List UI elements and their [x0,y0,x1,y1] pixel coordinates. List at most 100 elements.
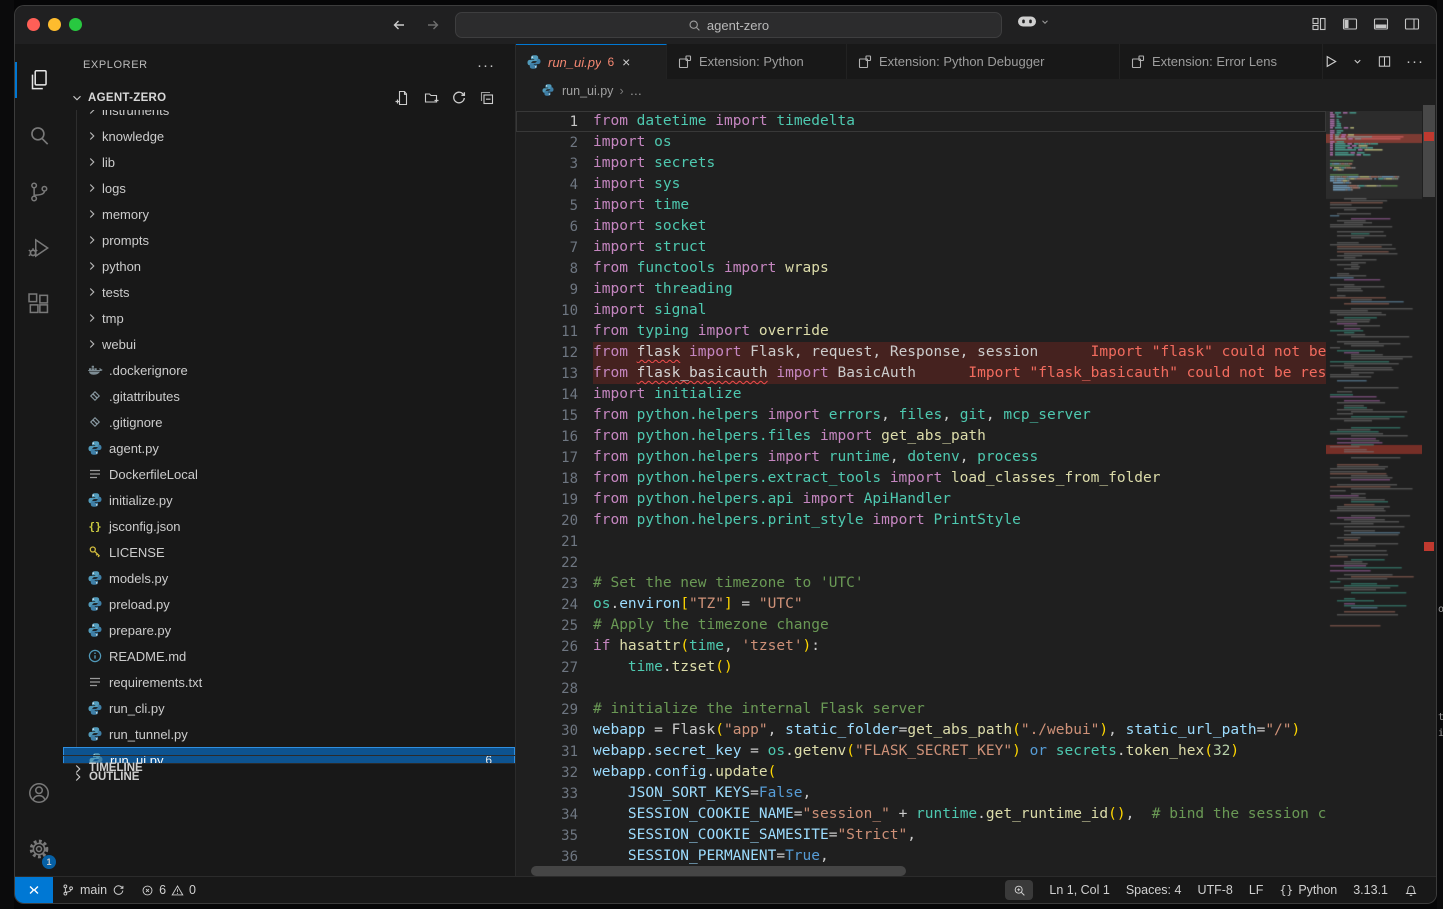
new-folder-button[interactable] [423,90,439,106]
line-number[interactable]: 7 [516,240,578,256]
code-line-9[interactable]: 9 import threading [516,279,1326,300]
line-number[interactable]: 14 [516,387,578,403]
refresh-explorer-button[interactable] [451,90,467,106]
language-mode-status[interactable]: {} Python [1271,883,1345,897]
minimap[interactable] [1326,111,1422,631]
line-number[interactable]: 15 [516,408,578,424]
editor-tab-extension-error-lens[interactable]: Extension: Error Lens [1120,44,1323,79]
code-line-20[interactable]: 20 from python.helpers.print_style import… [516,510,1326,531]
activity-item-extensions[interactable] [15,276,63,332]
tree-item-DockerfileLocal[interactable]: DockerfileLocal [63,461,515,487]
line-number[interactable]: 22 [516,555,578,571]
line-number[interactable]: 28 [516,681,578,697]
line-number[interactable]: 16 [516,429,578,445]
line-number[interactable]: 18 [516,471,578,487]
navigate-forward-button[interactable] [421,12,445,38]
code-line-34[interactable]: 34 SESSION_COOKIE_NAME="session_" + runt… [516,804,1326,825]
breadcrumb-more[interactable]: … [630,84,643,98]
copilot-menu[interactable] [1017,14,1050,29]
line-number[interactable]: 13 [516,366,578,382]
vertical-scrollbar-slider[interactable] [1423,105,1435,197]
line-number[interactable]: 9 [516,282,578,298]
tree-item-README.md[interactable]: README.md [63,643,515,669]
toggle-panel-button[interactable] [1373,16,1389,32]
line-number[interactable]: 31 [516,744,578,760]
tree-item-tests[interactable]: tests [63,279,515,305]
line-number[interactable]: 4 [516,177,578,193]
activity-item-run-debug[interactable] [15,220,63,276]
code-line-13[interactable]: 13 from flask_basicauth import BasicAuth … [516,363,1326,384]
tree-item-instruments[interactable]: instruments [63,110,515,123]
code-line-29[interactable]: 29 # initialize the internal Flask server [516,699,1326,720]
horizontal-scrollbar-slider[interactable] [531,866,906,876]
tree-item-prepare.py[interactable]: prepare.py [63,617,515,643]
line-number[interactable]: 11 [516,324,578,340]
tree-item-.dockerignore[interactable]: .dockerignore [63,357,515,383]
code-line-23[interactable]: 23 # Set the new timezone to 'UTC' [516,573,1326,594]
code-line-1[interactable]: 1 from datetime import timedelta [516,111,1326,132]
code-line-17[interactable]: 17 from python.helpers import runtime, do… [516,447,1326,468]
code-line-31[interactable]: 31 webapp.secret_key = os.getenv("FLASK_S… [516,741,1326,762]
line-number[interactable]: 1 [516,114,578,130]
breadcrumb[interactable]: run_ui.py › … [516,79,1436,103]
line-number[interactable]: 2 [516,135,578,151]
line-number[interactable]: 23 [516,576,578,592]
explorer-more-actions-button[interactable]: ··· [477,57,495,74]
line-number[interactable]: 32 [516,765,578,781]
line-number[interactable]: 8 [516,261,578,277]
close-tab-icon[interactable]: × [622,54,630,70]
line-number[interactable]: 30 [516,723,578,739]
tree-item-knowledge[interactable]: knowledge [63,123,515,149]
code-editor[interactable]: 1 from datetime import timedelta 2 import o… [516,111,1326,867]
activity-item-explorer[interactable] [15,52,63,108]
line-number[interactable]: 10 [516,303,578,319]
run-python-file-button[interactable] [1323,54,1338,69]
activity-item-settings[interactable]: 1 [15,821,63,877]
code-line-2[interactable]: 2 import os [516,132,1326,153]
line-number[interactable]: 26 [516,639,578,655]
indentation-status[interactable]: Spaces: 4 [1118,883,1190,897]
split-editor-button[interactable] [1377,54,1392,69]
tree-item-webui[interactable]: webui [63,331,515,357]
tree-item-run_tunnel.py[interactable]: run_tunnel.py [63,721,515,747]
toggle-primary-sidebar-button[interactable] [1342,16,1358,32]
code-line-4[interactable]: 4 import sys [516,174,1326,195]
vertical-scrollbar[interactable] [1422,103,1436,877]
timeline-section-header[interactable]: TIMELINE [63,755,515,816]
code-line-28[interactable]: 28 [516,678,1326,699]
activity-item-source-control[interactable] [15,164,63,220]
code-line-24[interactable]: 24 os.environ["TZ"] = "UTC" [516,594,1326,615]
code-line-16[interactable]: 16 from python.helpers.files import get_a… [516,426,1326,447]
zoom-status-button[interactable] [1005,880,1034,900]
code-line-32[interactable]: 32 webapp.config.update( [516,762,1326,783]
code-line-10[interactable]: 10 import signal [516,300,1326,321]
line-number[interactable]: 12 [516,345,578,361]
tree-item-run_cli.py[interactable]: run_cli.py [63,695,515,721]
line-number[interactable]: 33 [516,786,578,802]
code-line-22[interactable]: 22 [516,552,1326,573]
editor-tab-run-ui-py[interactable]: run_ui.py 6 × [516,44,667,79]
line-number[interactable]: 5 [516,198,578,214]
code-line-27[interactable]: 27 time.tzset() [516,657,1326,678]
line-number[interactable]: 17 [516,450,578,466]
code-line-11[interactable]: 11 from typing import override [516,321,1326,342]
navigate-back-button[interactable] [387,12,411,38]
line-number[interactable]: 29 [516,702,578,718]
tree-item-LICENSE[interactable]: LICENSE [63,539,515,565]
code-line-25[interactable]: 25 # Apply the timezone change [516,615,1326,636]
tree-item-prompts[interactable]: prompts [63,227,515,253]
line-number[interactable]: 6 [516,219,578,235]
customize-layout-button[interactable] [1311,16,1327,32]
code-line-21[interactable]: 21 [516,531,1326,552]
tree-item-models.py[interactable]: models.py [63,565,515,591]
code-line-18[interactable]: 18 from python.helpers.extract_tools impo… [516,468,1326,489]
code-line-14[interactable]: 14 import initialize [516,384,1326,405]
tree-item-initialize.py[interactable]: initialize.py [63,487,515,513]
line-number[interactable]: 35 [516,828,578,844]
code-line-3[interactable]: 3 import secrets [516,153,1326,174]
activity-item-accounts[interactable] [15,765,63,821]
project-section-header[interactable]: AGENT-ZERO [63,86,515,110]
editor-tab-extension-python-debugger[interactable]: Extension: Python Debugger [847,44,1120,79]
minimize-window-button[interactable] [48,18,61,31]
tree-item-tmp[interactable]: tmp [63,305,515,331]
